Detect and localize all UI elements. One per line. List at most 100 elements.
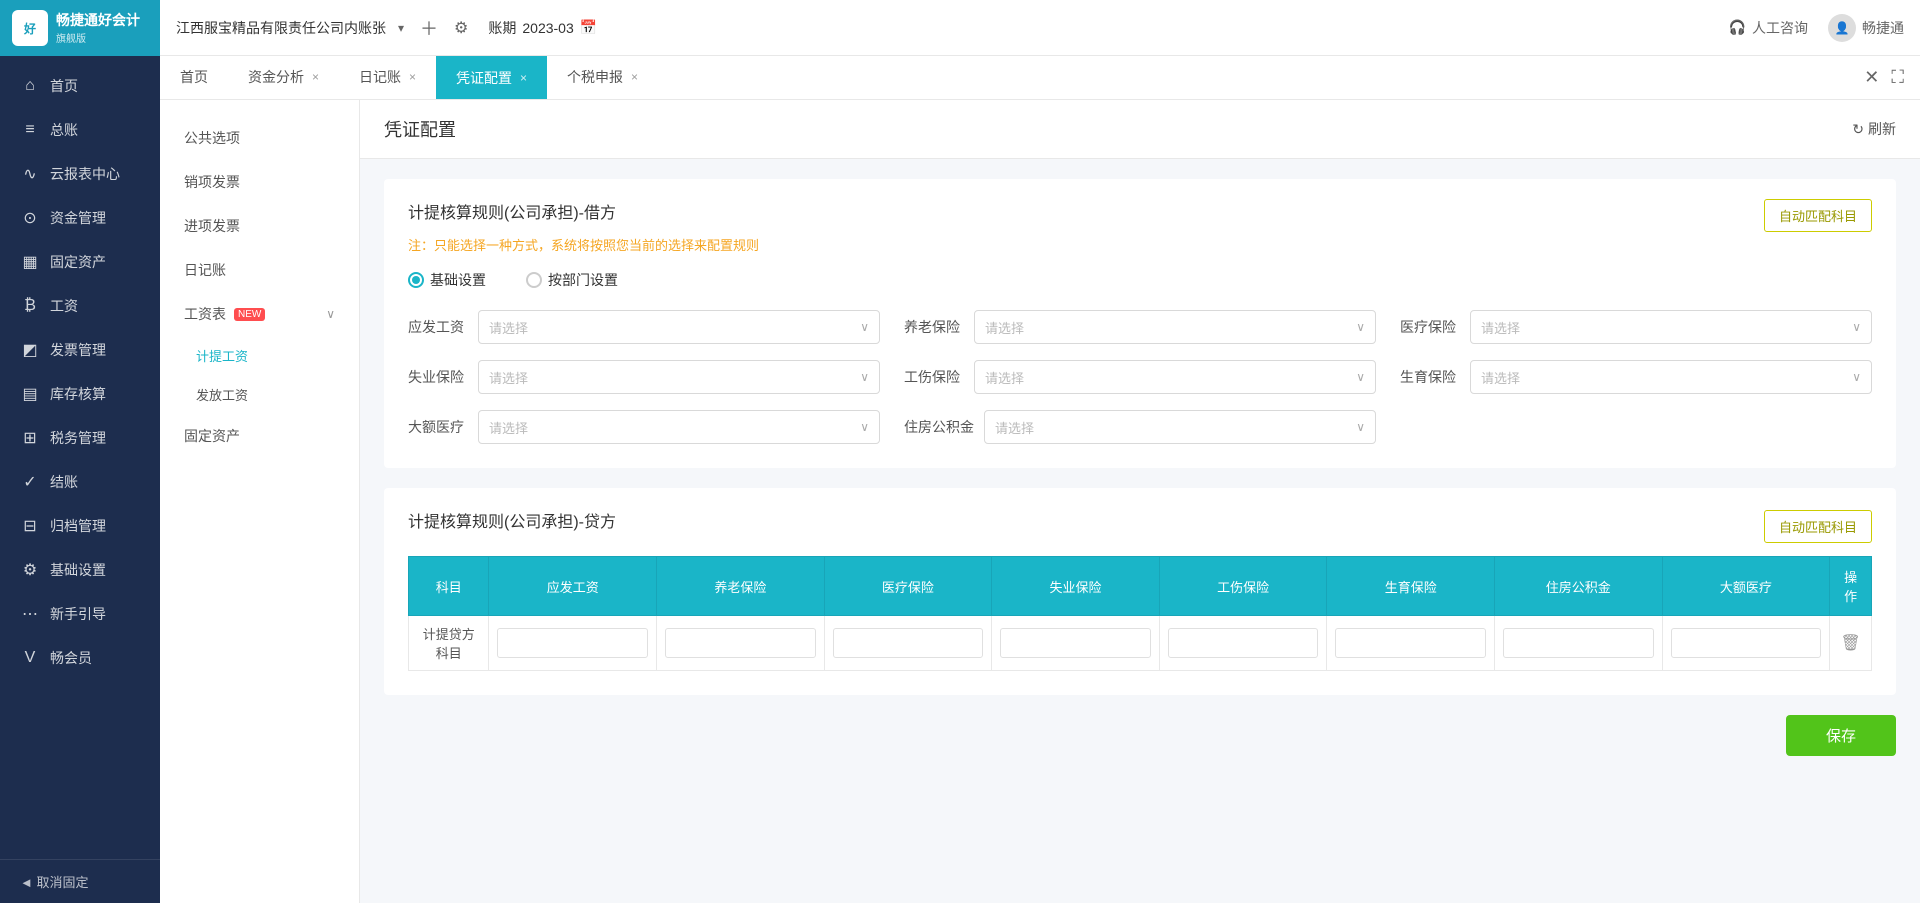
table-wrapper: 科目 应发工资 养老保险 医疗保险 失业保险 工伤保险 生育保险 住房公积金 大…: [408, 556, 1872, 671]
td-gongshang[interactable]: [1159, 616, 1327, 671]
service-button[interactable]: 🎧 人工咨询: [1729, 18, 1808, 38]
td-daejiliao[interactable]: [1662, 616, 1830, 671]
refresh-button[interactable]: ↻ 刷新: [1852, 119, 1896, 139]
sidebar-item-funds[interactable]: ⊙ 资金管理: [0, 196, 160, 240]
page-header: 凭证配置 ↻ 刷新: [360, 100, 1920, 159]
input-zhufang[interactable]: [1503, 628, 1654, 658]
input-yanglao[interactable]: [665, 628, 816, 658]
delete-row-button[interactable]: 🗑: [1840, 635, 1860, 652]
select-yingfa[interactable]: 请选择 ∨: [478, 310, 880, 344]
period-value: 2023-03: [522, 20, 573, 36]
input-daejiliao[interactable]: [1671, 628, 1822, 658]
tab-journal[interactable]: 日记账 ×: [339, 56, 436, 99]
cancel-fixed-button[interactable]: ◄ 取消固定: [0, 859, 160, 903]
add-tab-button[interactable]: ＋: [416, 11, 442, 45]
radio-dept[interactable]: 按部门设置: [526, 270, 618, 290]
sidebar-nav: ⌂ 首页 ≡ 总账 ∿ 云报表中心 ⊙ 资金管理 ▦ 固定资产 ₿ 工资 ◩ 发…: [0, 56, 160, 859]
sidebar-item-tax[interactable]: ⊞ 税务管理: [0, 416, 160, 460]
sidebar-item-archive[interactable]: ⊟ 归档管理: [0, 504, 160, 548]
select-yanglao[interactable]: 请选择 ∨: [974, 310, 1376, 344]
select-daejiliao[interactable]: 请选择 ∨: [478, 410, 880, 444]
user-area[interactable]: 👤 畅捷通: [1828, 14, 1904, 42]
logo-subtitle: 旗舰版: [56, 30, 140, 45]
select-yiliao-arrow: ∨: [1852, 320, 1861, 334]
auto-match-button-s1[interactable]: 自动匹配科目: [1764, 199, 1872, 232]
tab-journal-close[interactable]: ×: [409, 70, 416, 84]
sidebar-item-settings[interactable]: ⚙ 基础设置: [0, 548, 160, 592]
company-dropdown-icon[interactable]: ▾: [398, 21, 404, 35]
sidebar-label-stock: 库存核算: [50, 384, 106, 404]
sidebar-item-stock[interactable]: ▤ 库存核算: [0, 372, 160, 416]
select-yanglao-arrow: ∨: [1356, 320, 1365, 334]
td-delete[interactable]: 🗑: [1830, 616, 1872, 671]
label-daejiliao: 大额医疗: [408, 417, 468, 437]
sidebar-label-invoice: 发票管理: [50, 340, 106, 360]
input-gongshang[interactable]: [1168, 628, 1319, 658]
calendar-icon: 📅: [580, 19, 597, 36]
select-yiliao-placeholder: 请选择: [1481, 318, 1520, 337]
sidebar-item-checkout[interactable]: ✓ 结账: [0, 460, 160, 504]
input-yiliao[interactable]: [833, 628, 984, 658]
close-tab-button[interactable]: ✕: [1864, 67, 1879, 88]
tab-funds[interactable]: 资金分析 ×: [228, 56, 339, 99]
th-yingfa: 应发工资: [489, 557, 657, 616]
sidebar-item-guide[interactable]: ⋯ 新手引导: [0, 592, 160, 636]
menu-salary-table[interactable]: 工资表 NEW ∨: [160, 292, 359, 336]
tab-tax-report[interactable]: 个税申报 ×: [547, 56, 658, 99]
menu-sales[interactable]: 销项发票: [160, 160, 359, 204]
radio-basic[interactable]: 基础设置: [408, 270, 486, 290]
td-yanglao[interactable]: [657, 616, 825, 671]
sidebar-item-home[interactable]: ⌂ 首页: [0, 64, 160, 108]
menu-fafa[interactable]: 发放工资: [160, 375, 359, 414]
menu-public[interactable]: 公共选项: [160, 116, 359, 160]
label-yingfa: 应发工资: [408, 317, 468, 337]
select-zhufang[interactable]: 请选择 ∨: [984, 410, 1376, 444]
select-shiye-arrow: ∨: [860, 370, 869, 384]
sidebar-label-tax: 税务管理: [50, 428, 106, 448]
tab-voucher-config[interactable]: 凭证配置 ×: [436, 56, 547, 99]
td-shiye[interactable]: [992, 616, 1160, 671]
tab-funds-close[interactable]: ×: [312, 70, 319, 84]
period-selector[interactable]: 账期 2023-03 📅: [488, 18, 597, 38]
sidebar-item-vip[interactable]: V 畅会员: [0, 636, 160, 680]
select-shiye[interactable]: 请选择 ∨: [478, 360, 880, 394]
label-yanglao: 养老保险: [904, 317, 964, 337]
field-yingfa: 应发工资 请选择 ∨: [408, 310, 880, 344]
sidebar-label-fixed: 固定资产: [50, 252, 106, 272]
td-yiliao[interactable]: [824, 616, 992, 671]
td-shengyu[interactable]: [1327, 616, 1495, 671]
sidebar-label-home: 首页: [50, 76, 78, 96]
sidebar-item-ledger[interactable]: ≡ 总账: [0, 108, 160, 152]
settings-button[interactable]: ⚙: [454, 18, 468, 38]
sidebar-item-fixed[interactable]: ▦ 固定资产: [0, 240, 160, 284]
menu-purchase[interactable]: 进项发票: [160, 204, 359, 248]
select-yiliao[interactable]: 请选择 ∨: [1470, 310, 1872, 344]
fixed-icon: ▦: [20, 252, 40, 272]
tab-voucher-config-close[interactable]: ×: [520, 71, 527, 85]
left-menu: 公共选项 销项发票 进项发票 日记账 工资表 NEW ∨ 计提工资 发放工资: [160, 100, 360, 903]
menu-fixed-assets[interactable]: 固定资产: [160, 414, 359, 458]
menu-jiti[interactable]: 计提工资: [160, 336, 359, 375]
sidebar-item-reports[interactable]: ∿ 云报表中心: [0, 152, 160, 196]
expand-tab-button[interactable]: ⛶: [1891, 67, 1904, 88]
sidebar: 好 畅捷通好会计 旗舰版 ⌂ 首页 ≡ 总账 ∿ 云报表中心 ⊙ 资金管理 ▦ …: [0, 0, 160, 903]
sidebar-label-settings: 基础设置: [50, 560, 106, 580]
td-zhufang[interactable]: [1495, 616, 1663, 671]
sidebar-item-salary[interactable]: ₿ 工资: [0, 284, 160, 328]
input-shiye[interactable]: [1000, 628, 1151, 658]
select-yanglao-placeholder: 请选择: [985, 318, 1024, 337]
service-label: 人工咨询: [1752, 18, 1808, 38]
input-yingfa[interactable]: [497, 628, 648, 658]
menu-journal[interactable]: 日记账: [160, 248, 359, 292]
select-gongshang[interactable]: 请选择 ∨: [974, 360, 1376, 394]
tab-tax-report-close[interactable]: ×: [631, 70, 638, 84]
tab-home[interactable]: 首页: [160, 56, 228, 99]
td-yingfa[interactable]: [489, 616, 657, 671]
save-button[interactable]: 保存: [1786, 715, 1896, 756]
select-shengyu[interactable]: 请选择 ∨: [1470, 360, 1872, 394]
input-shengyu[interactable]: [1335, 628, 1486, 658]
ledger-icon: ≡: [20, 121, 40, 139]
sidebar-item-invoice[interactable]: ◩ 发票管理: [0, 328, 160, 372]
auto-match-button-s2[interactable]: 自动匹配科目: [1764, 510, 1872, 543]
section1-card: 计提核算规则(公司承担)-借方 注：只能选择一种方式，系统将按照您当前的选择来配…: [384, 179, 1896, 468]
